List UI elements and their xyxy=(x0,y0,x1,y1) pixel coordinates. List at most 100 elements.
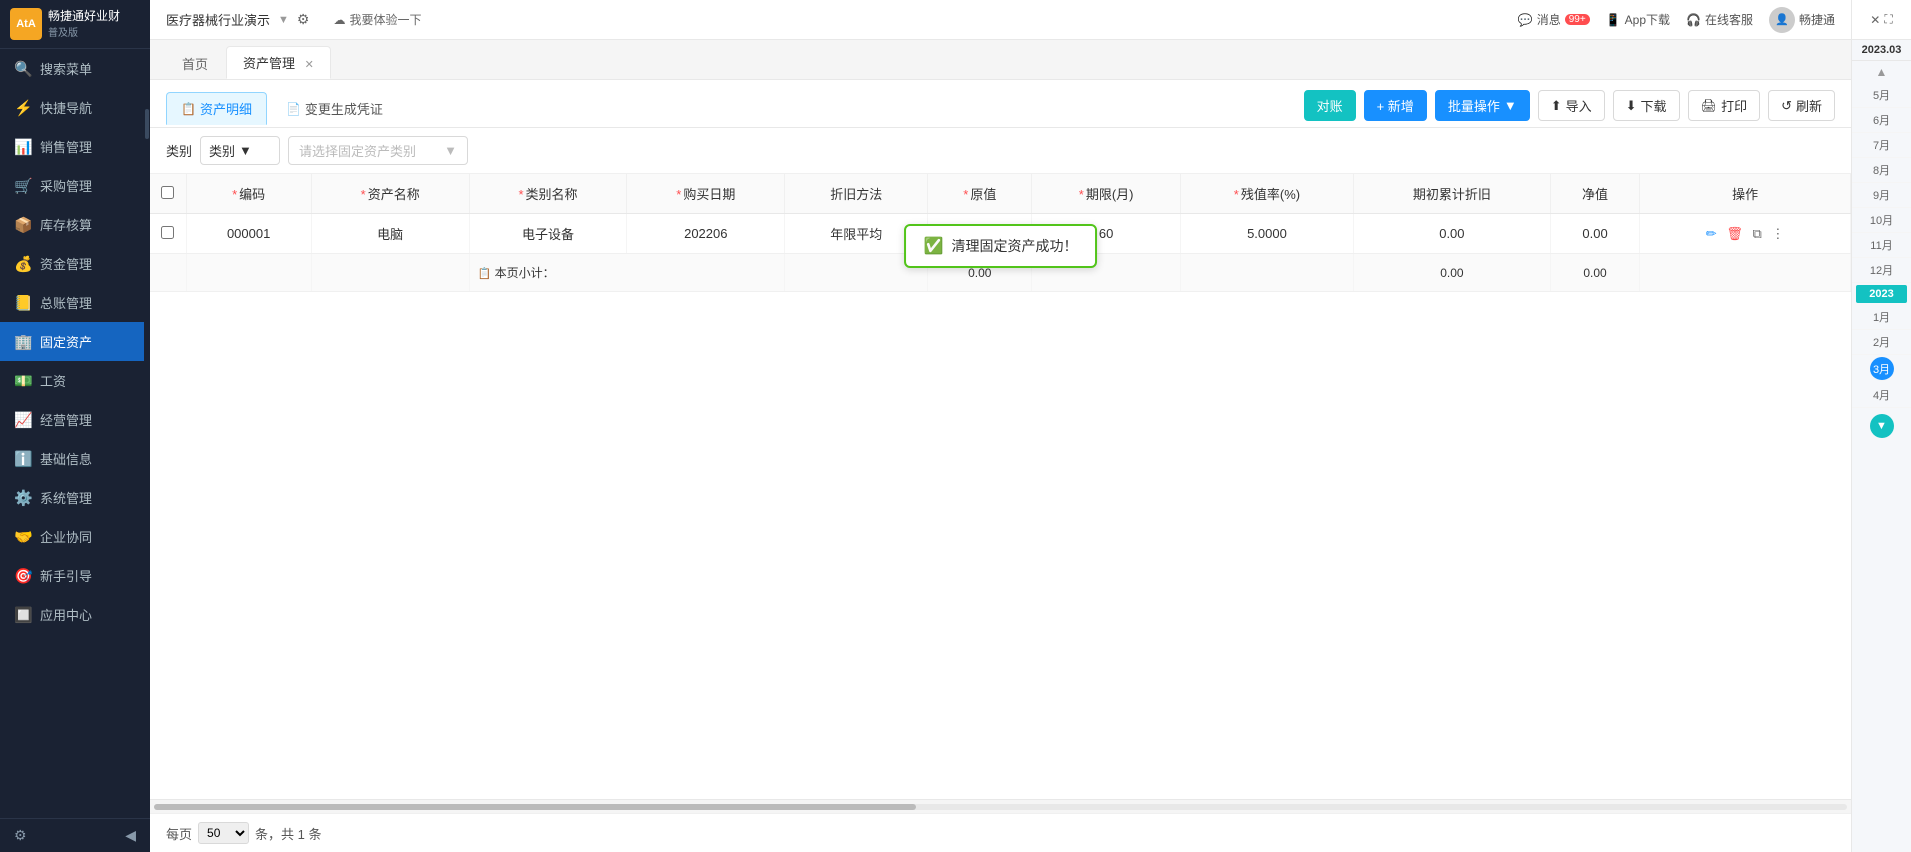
month-item-active[interactable]: 3月 xyxy=(1870,357,1894,381)
sidebar-item-label: 采购管理 xyxy=(40,176,92,195)
system-icon: ⚙️ xyxy=(14,489,32,507)
operations-icon: 📈 xyxy=(14,411,32,429)
fixed-assets-icon: 🏢 xyxy=(14,333,32,351)
sidebar-item-fixed-assets[interactable]: 🏢固定资产 xyxy=(0,322,144,361)
cell-initial-accumulated: 0.00 xyxy=(1353,214,1550,254)
subtab-asset-detail[interactable]: 📋 资产明细 xyxy=(166,92,267,125)
export-btn[interactable]: ⬆ 导入 xyxy=(1538,90,1605,121)
sidebar: AtA 畅捷通好业财 普及版 🔍搜索菜单⚡快捷导航📊销售管理🛒采购管理📦库存核算… xyxy=(0,0,150,852)
category-input[interactable]: 请选择固定资产类别 ▼ xyxy=(288,136,468,165)
topbar-right: 💬 消息 99+ 📱 App下载 🎧 在线客服 👤 畅捷通 xyxy=(1518,7,1835,33)
category-select[interactable]: 类别 ▼ xyxy=(200,136,280,165)
service-btn[interactable]: 🎧 在线客服 xyxy=(1686,11,1753,28)
header-original-value: *原值 xyxy=(928,174,1032,214)
header-name: *资产名称 xyxy=(311,174,469,214)
hscroll-thumb[interactable] xyxy=(154,804,916,810)
service-icon: 🎧 xyxy=(1686,13,1701,27)
user-menu[interactable]: 👤 畅捷通 xyxy=(1769,7,1835,33)
month-item[interactable]: 4月 xyxy=(1852,383,1911,408)
sidebar-item-guide[interactable]: 🎯新手引导 xyxy=(0,556,144,595)
refresh-label: 刷新 xyxy=(1796,96,1822,115)
sidebar-item-payroll[interactable]: 💵工资 xyxy=(0,361,144,400)
refresh-btn[interactable]: ↺ 刷新 xyxy=(1768,90,1835,121)
message-btn[interactable]: 💬 消息 99+ xyxy=(1518,11,1590,28)
experience-btn[interactable]: ☁ 我要体验一下 xyxy=(333,11,421,28)
new-btn[interactable]: + 新增 xyxy=(1364,90,1427,121)
change-voucher-icon: 📄 xyxy=(286,102,301,116)
sidebar-item-purchase[interactable]: 🛒采购管理 xyxy=(0,166,144,205)
nav-up-icon[interactable]: ▲ xyxy=(1872,61,1892,83)
month-item[interactable]: 1月 xyxy=(1852,305,1911,330)
sidebar-item-label: 工资 xyxy=(40,371,66,390)
sidebar-item-sales[interactable]: 📊销售管理 xyxy=(0,127,144,166)
hscroll-track[interactable] xyxy=(154,804,1847,810)
collapse-icon[interactable]: ◀ xyxy=(125,827,136,844)
reconcile-btn[interactable]: 对账 xyxy=(1304,90,1356,121)
toolbar-right: 对账 + 新增 批量操作 ▼ ⬆ 导入 ⬇ 下载 🖨 xyxy=(1304,90,1835,127)
month-item[interactable]: 8月 xyxy=(1852,158,1911,183)
sidebar-item-operations[interactable]: 📈经营管理 xyxy=(0,400,144,439)
sidebar-item-enterprise[interactable]: 🤝企业协同 xyxy=(0,517,144,556)
tab-asset-mgmt[interactable]: 资产管理 ✕ xyxy=(226,46,331,79)
filter-row: 类别 类别 ▼ 请选择固定资产类别 ▼ xyxy=(150,128,1851,174)
app-logo: AtA 畅捷通好业财 普及版 xyxy=(0,0,150,49)
refresh-icon: ↺ xyxy=(1781,98,1792,114)
subtabs: 📋 资产明细 📄 变更生成凭证 对账 + 新增 批量操作 ▼ xyxy=(150,80,1851,128)
sidebar-item-inventory[interactable]: 📦库存核算 xyxy=(0,205,144,244)
sidebar-item-quick-nav[interactable]: ⚡快捷导航 xyxy=(0,88,144,127)
more-icon[interactable]: ⋮ xyxy=(1771,226,1784,241)
new-label: + 新增 xyxy=(1377,96,1414,115)
print-label: 打印 xyxy=(1721,96,1747,115)
tab-close-icon[interactable]: ✕ xyxy=(305,59,314,71)
app-download-btn[interactable]: 📱 App下载 xyxy=(1606,11,1670,28)
month-item[interactable]: 6月 xyxy=(1852,108,1911,133)
per-page-select[interactable]: 50 10 20 100 xyxy=(198,822,249,844)
select-all-checkbox[interactable] xyxy=(161,186,174,199)
download-btn[interactable]: ⬇ 下载 xyxy=(1613,90,1680,121)
month-item[interactable]: 12月 xyxy=(1852,258,1911,283)
sidebar-item-app-center[interactable]: 🔲应用中心 xyxy=(0,595,144,634)
header-action: 操作 xyxy=(1640,174,1851,214)
cell-action[interactable]: ✏ 🗑 ⧉ ⋮ xyxy=(1640,214,1851,254)
delete-icon[interactable]: 🗑 xyxy=(1726,226,1743,241)
copy-icon[interactable]: ⧉ xyxy=(1752,226,1761,241)
message-label: 消息 xyxy=(1537,11,1561,28)
service-label: 在线客服 xyxy=(1705,11,1753,28)
logo-sub: 普及版 xyxy=(48,24,120,39)
sidebar-item-ledger[interactable]: 📒总账管理 xyxy=(0,283,144,322)
cell-residual-rate: 5.0000 xyxy=(1181,214,1354,254)
category-input-placeholder: 请选择固定资产类别 xyxy=(299,141,416,160)
cell-code: 000001 xyxy=(186,214,311,254)
experience-label: 我要体验一下 xyxy=(349,11,421,28)
sidebar-item-label: 系统管理 xyxy=(40,488,92,507)
month-item[interactable]: 2月 xyxy=(1852,330,1911,355)
sidebar-item-search[interactable]: 🔍搜索菜单 xyxy=(0,49,144,88)
inventory-icon: 📦 xyxy=(14,216,32,234)
edit-icon[interactable]: ✏ xyxy=(1706,226,1717,241)
print-btn[interactable]: 🖨 打印 xyxy=(1688,90,1761,121)
subtab-change-voucher[interactable]: 📄 变更生成凭证 xyxy=(271,92,398,125)
content-area: 📋 资产明细 📄 变更生成凭证 对账 + 新增 批量操作 ▼ xyxy=(150,80,1851,852)
month-item[interactable]: 9月 xyxy=(1852,183,1911,208)
month-item[interactable]: 11月 xyxy=(1852,233,1911,258)
month-item[interactable]: 7月 xyxy=(1852,133,1911,158)
sidebar-item-label: 快捷导航 xyxy=(40,98,92,117)
subtab-asset-detail-label: 资产明细 xyxy=(200,99,252,118)
sidebar-item-label: 销售管理 xyxy=(40,137,92,156)
settings-icon[interactable]: ⚙ xyxy=(14,827,27,844)
company-chevron-icon[interactable]: ▼ xyxy=(278,14,289,26)
scroll-down-circle[interactable]: ▼ xyxy=(1870,414,1894,438)
sidebar-item-system[interactable]: ⚙️ 系统管理 xyxy=(0,478,144,517)
right-panel-expand-icon[interactable]: ⛶ xyxy=(1884,12,1892,27)
cell-net-value: 0.00 xyxy=(1550,214,1639,254)
month-item[interactable]: 5月 xyxy=(1852,83,1911,108)
month-item[interactable]: 10月 xyxy=(1852,208,1911,233)
sidebar-item-funds[interactable]: 💰资金管理 xyxy=(0,244,144,283)
settings-icon[interactable]: ⚙ xyxy=(297,11,310,28)
tab-home[interactable]: 首页 xyxy=(166,48,224,79)
current-year-label[interactable]: 2023 xyxy=(1856,285,1907,303)
cell-checkbox[interactable] xyxy=(150,214,186,254)
batch-btn[interactable]: 批量操作 ▼ xyxy=(1435,90,1530,121)
sidebar-item-basic-info[interactable]: ℹ️基础信息 xyxy=(0,439,144,478)
right-panel-close-icon[interactable]: ✕ xyxy=(1870,13,1880,27)
